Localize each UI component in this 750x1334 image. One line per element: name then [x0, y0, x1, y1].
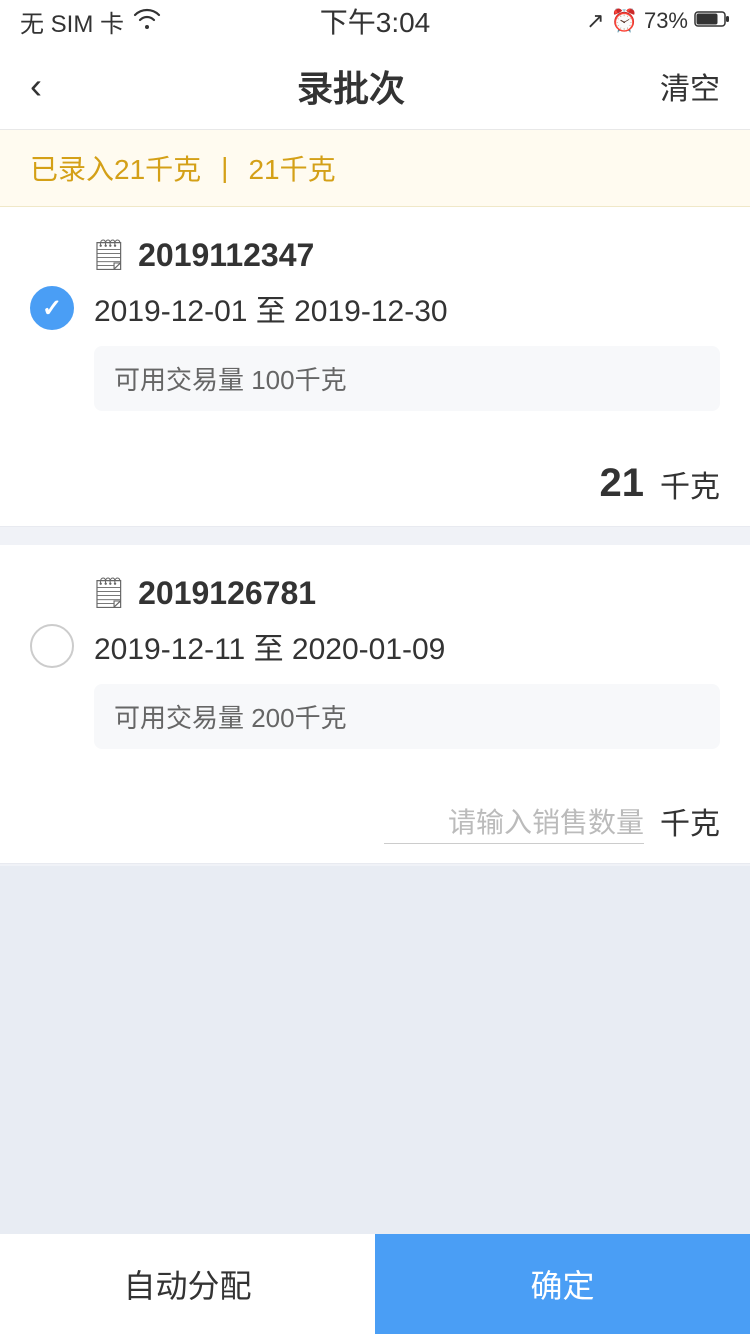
page-title: 录批次	[297, 60, 405, 112]
batch-date-2: 2019-12-11 至 2020-01-09	[94, 624, 445, 668]
recorded-label: 已录入21千克	[30, 148, 201, 188]
batch-doc-icon-2: 🗒	[90, 576, 128, 611]
batch-date-row-1[interactable]: 2019-12-01 至 2019-12-30	[30, 286, 720, 330]
batch-id-row-2: 🗒 2019126781	[30, 575, 720, 612]
recorded-value: 21千克	[248, 148, 335, 188]
batch-card-2: 🗒 2019126781 2019-12-11 至 2020-01-09 可用交…	[0, 545, 750, 864]
status-right: ↗ ⏰ 73%	[586, 8, 730, 34]
status-bar: 无 SIM 卡 下午3:04 ↗ ⏰ 73%	[0, 0, 750, 42]
card-separator	[0, 529, 750, 545]
battery-icon	[694, 8, 730, 34]
radio-1[interactable]	[30, 286, 74, 330]
quantity-row-1: 21 千克	[0, 441, 750, 527]
auto-distribute-button[interactable]: 自动分配	[0, 1234, 375, 1334]
quantity-input-2[interactable]	[344, 803, 644, 840]
batch-date-1: 2019-12-01 至 2019-12-30	[94, 286, 448, 330]
info-banner: 已录入21千克 | 21千克	[0, 130, 750, 207]
back-button[interactable]: ‹	[30, 65, 42, 107]
quantity-unit-1: 千克	[660, 462, 720, 506]
location-icon: ↗	[586, 8, 604, 34]
batch-doc-icon-1: 🗒	[90, 238, 128, 273]
quantity-unit-2: 千克	[660, 799, 720, 843]
input-underline-2	[384, 843, 644, 844]
batch-id-1: 2019112347	[138, 237, 314, 274]
alarm-icon: ⏰	[611, 8, 638, 34]
confirm-button[interactable]: 确定	[375, 1234, 750, 1334]
batch-id-row-1: 🗒 2019112347	[30, 237, 720, 274]
wifi-icon	[132, 7, 162, 36]
banner-divider: |	[221, 152, 228, 184]
status-left: 无 SIM 卡	[20, 4, 162, 39]
clear-button[interactable]: 清空	[660, 64, 720, 108]
nav-bar: ‹ 录批次 清空	[0, 42, 750, 130]
batch-available-2: 可用交易量 200千克	[94, 684, 720, 749]
batch-available-1: 可用交易量 100千克	[94, 346, 720, 411]
quantity-input-container-2	[30, 803, 644, 840]
carrier-text: 无 SIM 卡	[20, 4, 124, 39]
main-content: 已录入21千克 | 21千克 🗒 2019112347 2019-12-01 至…	[0, 130, 750, 1306]
quantity-value-1: 21	[600, 461, 645, 506]
radio-2[interactable]	[30, 624, 74, 668]
quantity-row-2: 千克	[0, 779, 750, 864]
battery-percent: 73%	[644, 8, 688, 34]
batch-card-1: 🗒 2019112347 2019-12-01 至 2019-12-30 可用交…	[0, 207, 750, 527]
status-time: 下午3:04	[320, 1, 431, 41]
batch-date-row-2[interactable]: 2019-12-11 至 2020-01-09	[30, 624, 720, 668]
batch-id-2: 2019126781	[138, 575, 316, 612]
batch-card-2-inner: 🗒 2019126781 2019-12-11 至 2020-01-09 可用交…	[0, 545, 750, 779]
bottom-bar: 自动分配 确定	[0, 1234, 750, 1334]
batch-card-1-inner: 🗒 2019112347 2019-12-01 至 2019-12-30 可用交…	[0, 207, 750, 441]
